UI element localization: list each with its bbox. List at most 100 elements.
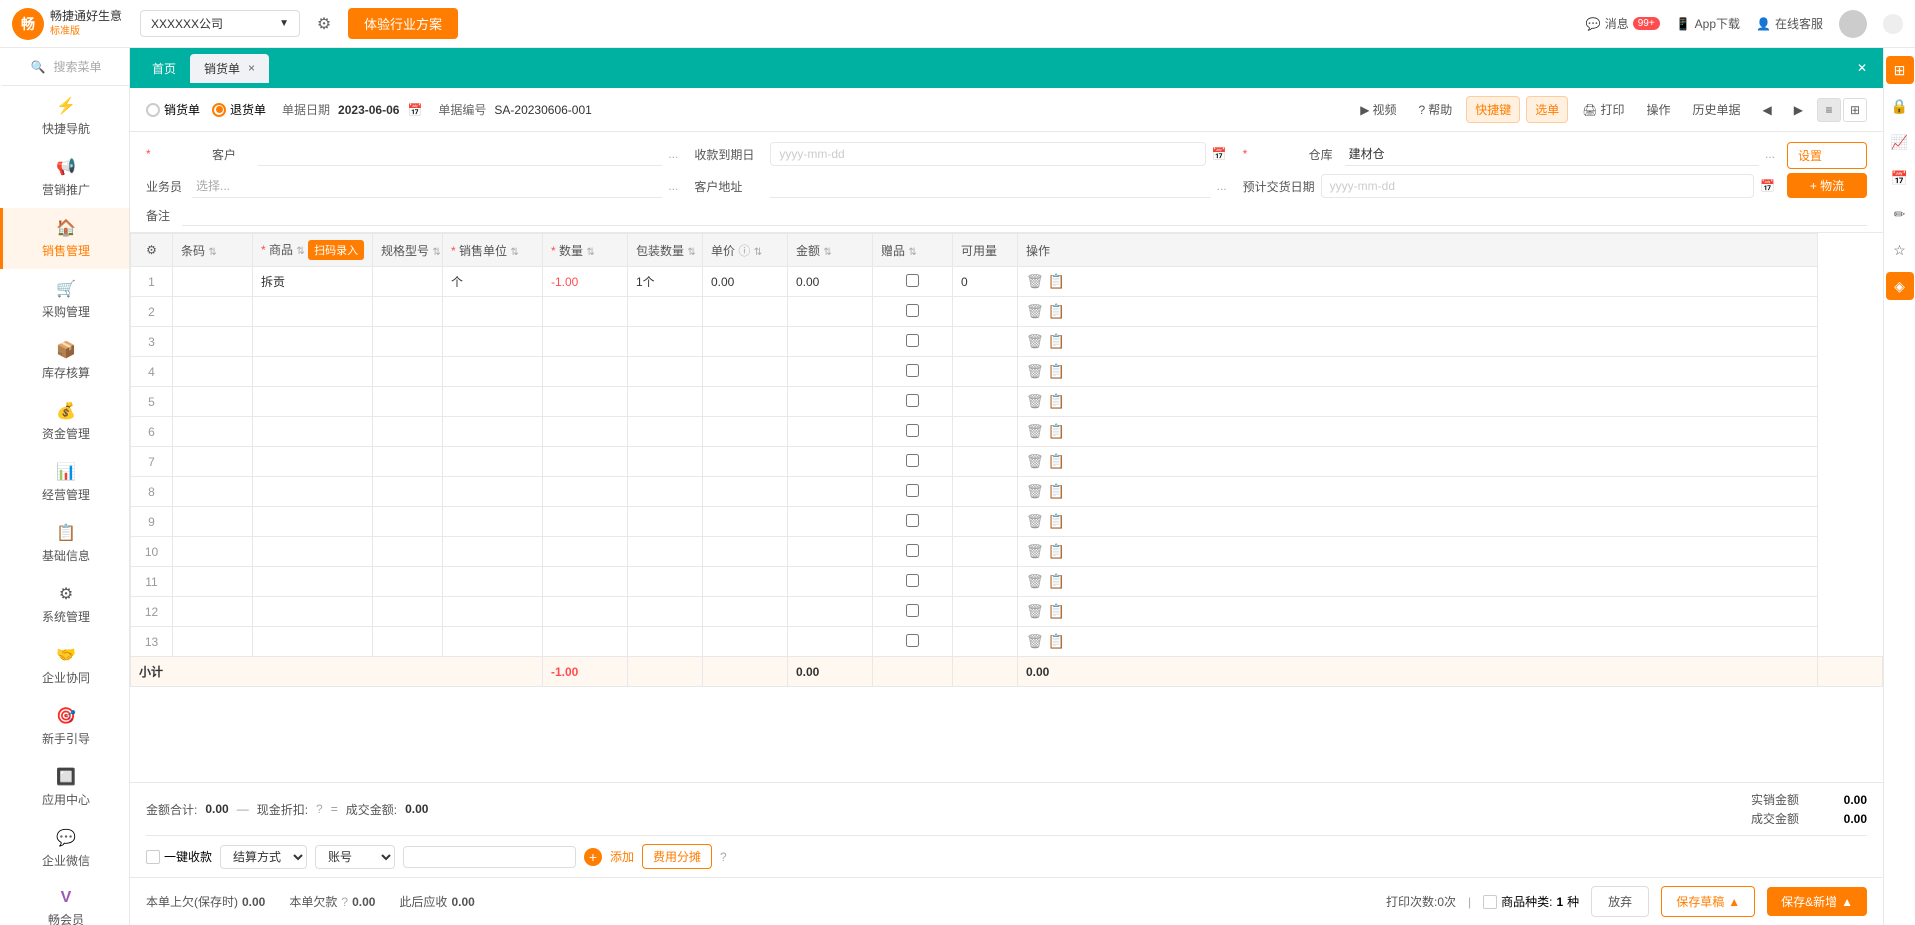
gift-checkbox[interactable] bbox=[906, 364, 919, 377]
panel-edit-icon[interactable]: ✏ bbox=[1886, 200, 1914, 228]
sidebar-item-guide[interactable]: 🎯 新手引导 bbox=[0, 696, 129, 757]
delete-row-btn[interactable]: 🗑 bbox=[1026, 393, 1044, 410]
cell-barcode[interactable] bbox=[173, 267, 253, 297]
close-window-btn[interactable]: ✕ bbox=[1849, 57, 1875, 79]
account-select[interactable]: 账号 bbox=[315, 845, 395, 869]
copy-row-btn[interactable]: 📋 bbox=[1048, 273, 1065, 290]
gift-checkbox[interactable] bbox=[906, 484, 919, 497]
copy-row-btn[interactable]: 📋 bbox=[1048, 333, 1065, 350]
gift-checkbox[interactable] bbox=[906, 454, 919, 467]
sidebar-item-operations[interactable]: 📊 经营管理 bbox=[0, 452, 129, 513]
salesperson-input[interactable]: 选择... bbox=[192, 174, 662, 198]
history-btn[interactable]: 历史单据 bbox=[1685, 97, 1749, 122]
operate-btn[interactable]: 操作 bbox=[1639, 97, 1679, 122]
customer-dots[interactable]: ... bbox=[668, 147, 678, 161]
gift-checkbox[interactable] bbox=[906, 514, 919, 527]
sidebar-item-base[interactable]: 📋 基础信息 bbox=[0, 513, 129, 574]
delete-row-btn[interactable]: 🗑 bbox=[1026, 573, 1044, 590]
cell-pack-qty[interactable]: 1个 bbox=[628, 267, 703, 297]
tab-close-icon[interactable]: × bbox=[248, 61, 255, 75]
gift-checkbox[interactable] bbox=[906, 604, 919, 617]
expected-date-input[interactable]: yyyy-mm-dd bbox=[1321, 174, 1754, 198]
note-input[interactable] bbox=[182, 204, 1867, 226]
salesperson-dots[interactable]: ... bbox=[668, 179, 678, 193]
user-avatar[interactable] bbox=[1839, 10, 1867, 38]
delete-row-btn[interactable]: 🗑 bbox=[1026, 513, 1044, 530]
sidebar-item-quick-nav[interactable]: ⚡ 快捷导航 bbox=[0, 86, 129, 147]
copy-row-btn[interactable]: 📋 bbox=[1048, 633, 1065, 650]
add-payment-btn[interactable]: + bbox=[584, 848, 602, 866]
calendar-expected-icon[interactable]: 📅 bbox=[1760, 179, 1775, 193]
scan-btn[interactable]: 扫码录入 bbox=[308, 240, 364, 260]
sidebar-item-sales[interactable]: 🏠 销售管理 bbox=[0, 208, 129, 269]
copy-row-btn[interactable]: 📋 bbox=[1048, 363, 1065, 380]
panel-lock-icon[interactable]: 🔒 bbox=[1886, 92, 1914, 120]
online-service-nav[interactable]: 👤 在线客服 bbox=[1756, 15, 1823, 32]
copy-row-btn[interactable]: 📋 bbox=[1048, 423, 1065, 440]
select-btn[interactable]: 选单 bbox=[1526, 96, 1568, 123]
gift-checkbox[interactable] bbox=[906, 634, 919, 647]
amount-input[interactable] bbox=[403, 846, 576, 868]
panel-star-icon[interactable]: ☆ bbox=[1886, 236, 1914, 264]
warehouse-dots[interactable]: ... bbox=[1765, 147, 1775, 161]
gift-checkbox[interactable] bbox=[906, 334, 919, 347]
gift-checkbox[interactable] bbox=[906, 424, 919, 437]
print-btn[interactable]: 🖨 打印 bbox=[1574, 97, 1632, 122]
panel-expand-icon[interactable]: ⊞ bbox=[1886, 56, 1914, 84]
tab-sales-order[interactable]: 销货单 × bbox=[190, 54, 269, 83]
settlement-select[interactable]: 结算方式 bbox=[220, 845, 307, 869]
copy-row-btn[interactable]: 📋 bbox=[1048, 543, 1065, 560]
sidebar-search[interactable]: 🔍 搜索菜单 bbox=[0, 48, 129, 86]
list-view-btn[interactable]: ≡ bbox=[1817, 98, 1841, 122]
panel-calendar-icon[interactable]: 📅 bbox=[1886, 164, 1914, 192]
tab-home[interactable]: 首页 bbox=[138, 54, 190, 83]
gift-checkbox[interactable] bbox=[906, 274, 919, 287]
calendar-due-icon[interactable]: 📅 bbox=[1212, 147, 1227, 161]
logistics-btn[interactable]: + 物流 bbox=[1787, 173, 1867, 198]
one-key-payment-checkbox[interactable]: 一键收款 bbox=[146, 848, 212, 865]
save-new-btn[interactable]: 保存&新增 ▲ bbox=[1767, 887, 1867, 916]
panel-chart-icon[interactable]: 📈 bbox=[1886, 128, 1914, 156]
delete-row-btn[interactable]: 🗑 bbox=[1026, 633, 1044, 650]
warehouse-input[interactable]: 建材仓 bbox=[1345, 142, 1759, 166]
cell-product[interactable]: 拆贡 bbox=[253, 267, 373, 297]
prev-btn[interactable]: ◀ bbox=[1755, 99, 1780, 121]
delete-row-btn[interactable]: 🗑 bbox=[1026, 423, 1044, 440]
delete-row-btn[interactable]: 🗑 bbox=[1026, 363, 1044, 380]
sidebar-item-wechat[interactable]: 💬 企业微信 bbox=[0, 818, 129, 879]
copy-row-btn[interactable]: 📋 bbox=[1048, 303, 1065, 320]
addr-dots[interactable]: ... bbox=[1217, 179, 1227, 193]
th-settings[interactable]: ⚙ bbox=[131, 234, 173, 267]
gift-checkbox[interactable] bbox=[906, 574, 919, 587]
cell-unit[interactable]: 个 bbox=[443, 267, 543, 297]
help-btn[interactable]: ? 帮助 bbox=[1411, 97, 1461, 122]
abandon-btn[interactable]: 放弃 bbox=[1591, 886, 1649, 917]
radio-sale[interactable]: 销货单 bbox=[146, 101, 200, 118]
gift-checkbox[interactable] bbox=[906, 394, 919, 407]
delete-row-btn[interactable]: 🗑 bbox=[1026, 543, 1044, 560]
customer-input[interactable] bbox=[258, 142, 662, 166]
user-avatar2[interactable] bbox=[1883, 14, 1903, 34]
delete-row-btn[interactable]: 🗑 bbox=[1026, 483, 1044, 500]
radio-return[interactable]: 退货单 bbox=[212, 101, 266, 118]
cash-discount-info[interactable]: ? bbox=[316, 802, 323, 816]
expense-split-btn[interactable]: 费用分摊 bbox=[642, 844, 712, 869]
debt-info-icon[interactable]: ? bbox=[341, 895, 348, 909]
sidebar-item-enterprise[interactable]: 🤝 企业协同 bbox=[0, 635, 129, 696]
cell-amount[interactable]: 0.00 bbox=[788, 267, 873, 297]
price-info-icon[interactable]: ⓘ bbox=[738, 244, 750, 258]
delete-row-btn[interactable]: 🗑 bbox=[1026, 333, 1044, 350]
copy-row-btn[interactable]: 📋 bbox=[1048, 513, 1065, 530]
video-btn[interactable]: ▶ 视频 bbox=[1352, 97, 1404, 122]
copy-row-btn[interactable]: 📋 bbox=[1048, 483, 1065, 500]
copy-row-btn[interactable]: 📋 bbox=[1048, 393, 1065, 410]
grid-view-btn[interactable]: ⊞ bbox=[1843, 98, 1867, 122]
gift-checkbox[interactable] bbox=[906, 304, 919, 317]
sidebar-item-marketing[interactable]: 📢 营销推广 bbox=[0, 147, 129, 208]
calendar-icon[interactable]: 📅 bbox=[407, 103, 422, 117]
save-draft-btn[interactable]: 保存草稿 ▲ bbox=[1661, 886, 1755, 917]
next-btn[interactable]: ▶ bbox=[1786, 99, 1811, 121]
customer-addr-input[interactable] bbox=[770, 174, 1210, 198]
delete-row-btn[interactable]: 🗑 bbox=[1026, 603, 1044, 620]
product-type-checkbox[interactable]: 商品种类: 1 种 bbox=[1483, 893, 1579, 910]
